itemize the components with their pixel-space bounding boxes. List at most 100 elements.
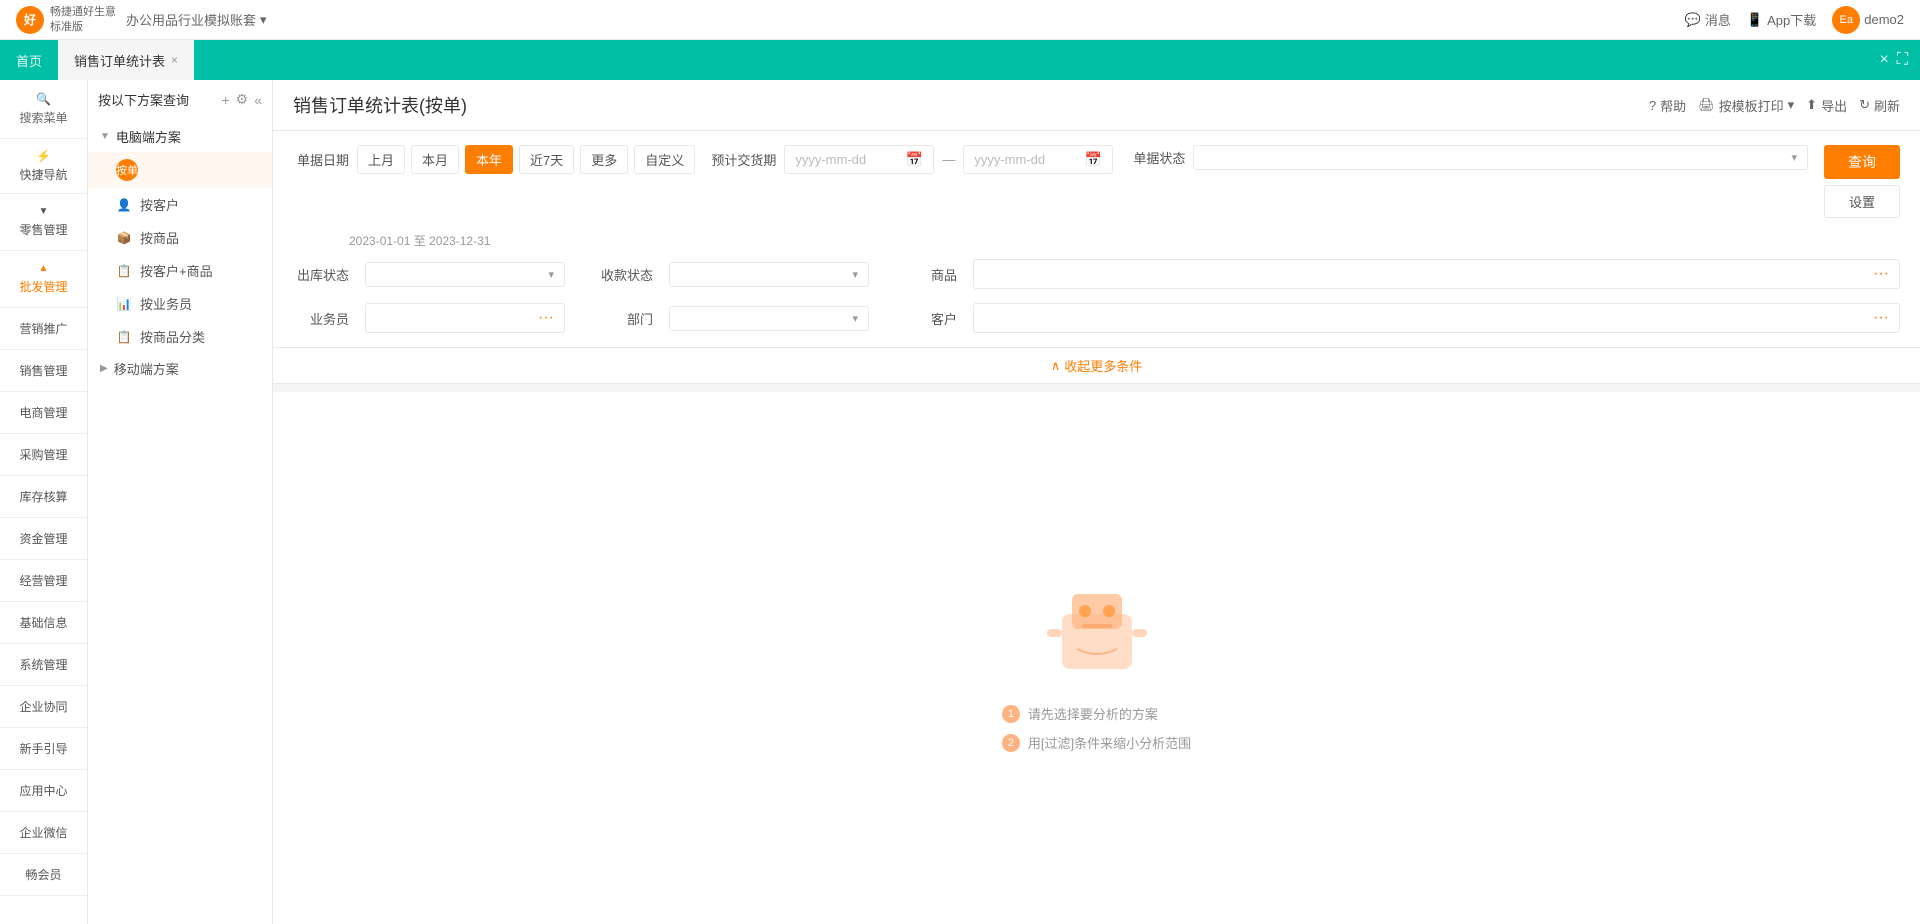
scheme-item-by-salesperson[interactable]: 📊 按业务员 — [88, 287, 272, 320]
search-icon: 🔍 — [36, 92, 51, 106]
sidebar-item-sales[interactable]: 销售管理 — [0, 350, 87, 392]
goods-more-icon: ··· — [1873, 265, 1889, 283]
salesperson-more-icon: ··· — [538, 309, 554, 327]
date-label: 单据日期 — [293, 150, 349, 169]
goods-select[interactable]: ··· — [973, 259, 1900, 289]
refresh-icon: ↻ — [1859, 97, 1870, 113]
date-btn-custom[interactable]: 自定义 — [634, 145, 695, 174]
sidebar: 🔍 搜索菜单 ⚡ 快捷导航 ▼ 零售管理 ▲ 批发管理 营销推广 销售管理 电商… — [0, 80, 88, 924]
payment-select-arrow: ▾ — [852, 268, 858, 281]
add-scheme-button[interactable]: + — [221, 92, 229, 108]
scheme-item-by-category[interactable]: 📋 按商品分类 — [88, 320, 272, 353]
scheme-item-by-goods[interactable]: 📦 按商品 — [88, 221, 272, 254]
collapse-panel-button[interactable]: « — [254, 92, 262, 108]
pc-group-header[interactable]: ▼ 电脑端方案 — [88, 121, 272, 152]
tab-home[interactable]: 首页 — [0, 40, 58, 80]
search-button[interactable]: 查询 — [1824, 145, 1900, 179]
window-close-button[interactable]: × — [1879, 51, 1888, 69]
print-icon: 🖨 — [1698, 97, 1715, 113]
empty-tips: 1 请先选择要分析的方案 2 用[过滤]条件来缩小分析范围 — [1002, 704, 1191, 752]
top-bar: 好 畅捷通好生意 标准版 办公用品行业模拟账套 ▾ 💬 消息 📱 App下载 E… — [0, 0, 1920, 40]
customer-more-icon: ··· — [1873, 309, 1889, 327]
download-icon: 📱 — [1747, 12, 1763, 28]
page-header: 销售订单统计表(按单) ? 帮助 🖨 按模板打印 ▾ ⬆ 导出 — [273, 80, 1920, 131]
content-area: 按以下方案查询 + ⚙ « ▼ 电脑端方案 按单 👤 — [88, 80, 1920, 924]
sidebar-item-apps[interactable]: 应用中心 — [0, 770, 87, 812]
scheme-item-by-order[interactable]: 按单 — [88, 152, 272, 188]
sidebar-item-operations[interactable]: 经营管理 — [0, 560, 87, 602]
tab-bar-actions: × ⛶ — [1879, 51, 1920, 69]
date-btn-last-month[interactable]: 上月 — [357, 145, 405, 174]
refresh-button[interactable]: ↻ 刷新 — [1859, 96, 1900, 115]
status-select[interactable]: ▾ — [1193, 145, 1808, 170]
template-print-button[interactable]: 🖨 按模板打印 ▾ — [1698, 96, 1794, 115]
logo-icon: 好 — [16, 6, 44, 34]
print-arrow-icon: ▾ — [1788, 97, 1795, 113]
sidebar-item-retail[interactable]: ▼ 零售管理 — [0, 194, 87, 251]
tab-sales-stats[interactable]: 销售订单统计表 × — [58, 40, 194, 80]
mobile-group[interactable]: ▶ 移动端方案 — [88, 353, 272, 384]
shipping-status-select[interactable]: ▾ — [365, 262, 565, 287]
empty-tip-1: 1 请先选择要分析的方案 — [1002, 704, 1191, 723]
date-btn-this-month[interactable]: 本月 — [411, 145, 459, 174]
left-panel-actions: + ⚙ « — [221, 91, 262, 108]
sidebar-item-basic[interactable]: 基础信息 — [0, 602, 87, 644]
sidebar-item-system[interactable]: 系统管理 — [0, 644, 87, 686]
expected-delivery-start[interactable]: yyyy-mm-dd 📅 — [784, 145, 934, 174]
logo-text: 畅捷通好生意 标准版 — [50, 5, 116, 34]
department-select[interactable]: ▾ — [669, 306, 869, 331]
avatar: Ea — [1832, 6, 1860, 34]
date-btn-7days[interactable]: 近7天 — [519, 145, 574, 174]
salesperson-select[interactable]: ··· — [365, 303, 565, 333]
sidebar-item-marketing[interactable]: 营销推广 — [0, 308, 87, 350]
shipping-select-arrow: ▾ — [548, 268, 554, 281]
sidebar-item-ecommerce[interactable]: 电商管理 — [0, 392, 87, 434]
logo-area: 好 畅捷通好生意 标准版 — [16, 5, 116, 34]
sidebar-item-corp[interactable]: 企业协同 — [0, 686, 87, 728]
collapse-button[interactable]: ∧ 收起更多条件 — [1051, 356, 1143, 375]
empty-illustration — [1037, 564, 1157, 684]
date-button-group: 上月 本月 本年 近7天 更多 自定义 — [357, 145, 695, 174]
settings-button[interactable]: 设置 — [1824, 185, 1900, 218]
date-btn-this-year[interactable]: 本年 — [465, 145, 513, 174]
sidebar-item-wechat[interactable]: 企业微信 — [0, 812, 87, 854]
message-icon: 💬 — [1685, 12, 1701, 28]
sidebar-item-member[interactable]: 畅会员 — [0, 854, 87, 896]
department-label: 部门 — [597, 309, 653, 328]
help-button[interactable]: ? 帮助 — [1649, 96, 1686, 115]
empty-state: 1 请先选择要分析的方案 2 用[过滤]条件来缩小分析范围 — [273, 392, 1920, 924]
expected-delivery-label: 预计交货期 — [711, 150, 776, 169]
message-button[interactable]: 💬 消息 — [1685, 10, 1731, 29]
user-menu[interactable]: Ea demo2 — [1832, 6, 1904, 34]
sidebar-item-inventory[interactable]: 库存核算 — [0, 476, 87, 518]
date-btn-more[interactable]: 更多 — [580, 145, 628, 174]
sidebar-nav[interactable]: ⚡ 快捷导航 — [0, 139, 87, 194]
settings-scheme-button[interactable]: ⚙ — [236, 91, 249, 108]
sidebar-item-finance[interactable]: 资金管理 — [0, 518, 87, 560]
scheme-item-by-customer[interactable]: 👤 按客户 — [88, 188, 272, 221]
expected-delivery-end[interactable]: yyyy-mm-dd 📅 — [963, 145, 1113, 174]
app-selector[interactable]: 办公用品行业模拟账套 ▾ — [126, 10, 267, 29]
mobile-group-arrow: ▶ — [100, 363, 108, 374]
export-button[interactable]: ⬆ 导出 — [1806, 96, 1847, 115]
customer-select[interactable]: ··· — [973, 303, 1900, 333]
app-download-button[interactable]: 📱 App下载 — [1747, 10, 1816, 29]
wholesale-icon: ▲ — [39, 263, 49, 274]
shipping-status-label: 出库状态 — [293, 265, 349, 284]
left-panel: 按以下方案查询 + ⚙ « ▼ 电脑端方案 按单 👤 — [88, 80, 273, 924]
tab-close-icon[interactable]: × — [171, 53, 178, 67]
top-bar-right: 💬 消息 📱 App下载 Ea demo2 — [1685, 6, 1904, 34]
filter-row-2: 出库状态 ▾ 收款状态 ▾ 商品 ··· — [293, 259, 1900, 289]
sidebar-search[interactable]: 🔍 搜索菜单 — [0, 80, 87, 139]
calendar-icon-2: 📅 — [1085, 151, 1102, 168]
calendar-icon-1: 📅 — [906, 151, 923, 168]
window-maximize-button[interactable]: ⛶ — [1897, 51, 1908, 69]
sidebar-item-purchase[interactable]: 采购管理 — [0, 434, 87, 476]
empty-tip-2: 2 用[过滤]条件来缩小分析范围 — [1002, 733, 1191, 752]
sidebar-item-newbie[interactable]: 新手引导 — [0, 728, 87, 770]
page-actions: ? 帮助 🖨 按模板打印 ▾ ⬆ 导出 ↻ 刷新 — [1649, 96, 1900, 127]
tip-num-2: 2 — [1002, 734, 1020, 752]
payment-status-select[interactable]: ▾ — [669, 262, 869, 287]
scheme-item-by-customer-goods[interactable]: 📋 按客户+商品 — [88, 254, 272, 287]
sidebar-item-wholesale[interactable]: ▲ 批发管理 — [0, 251, 87, 308]
